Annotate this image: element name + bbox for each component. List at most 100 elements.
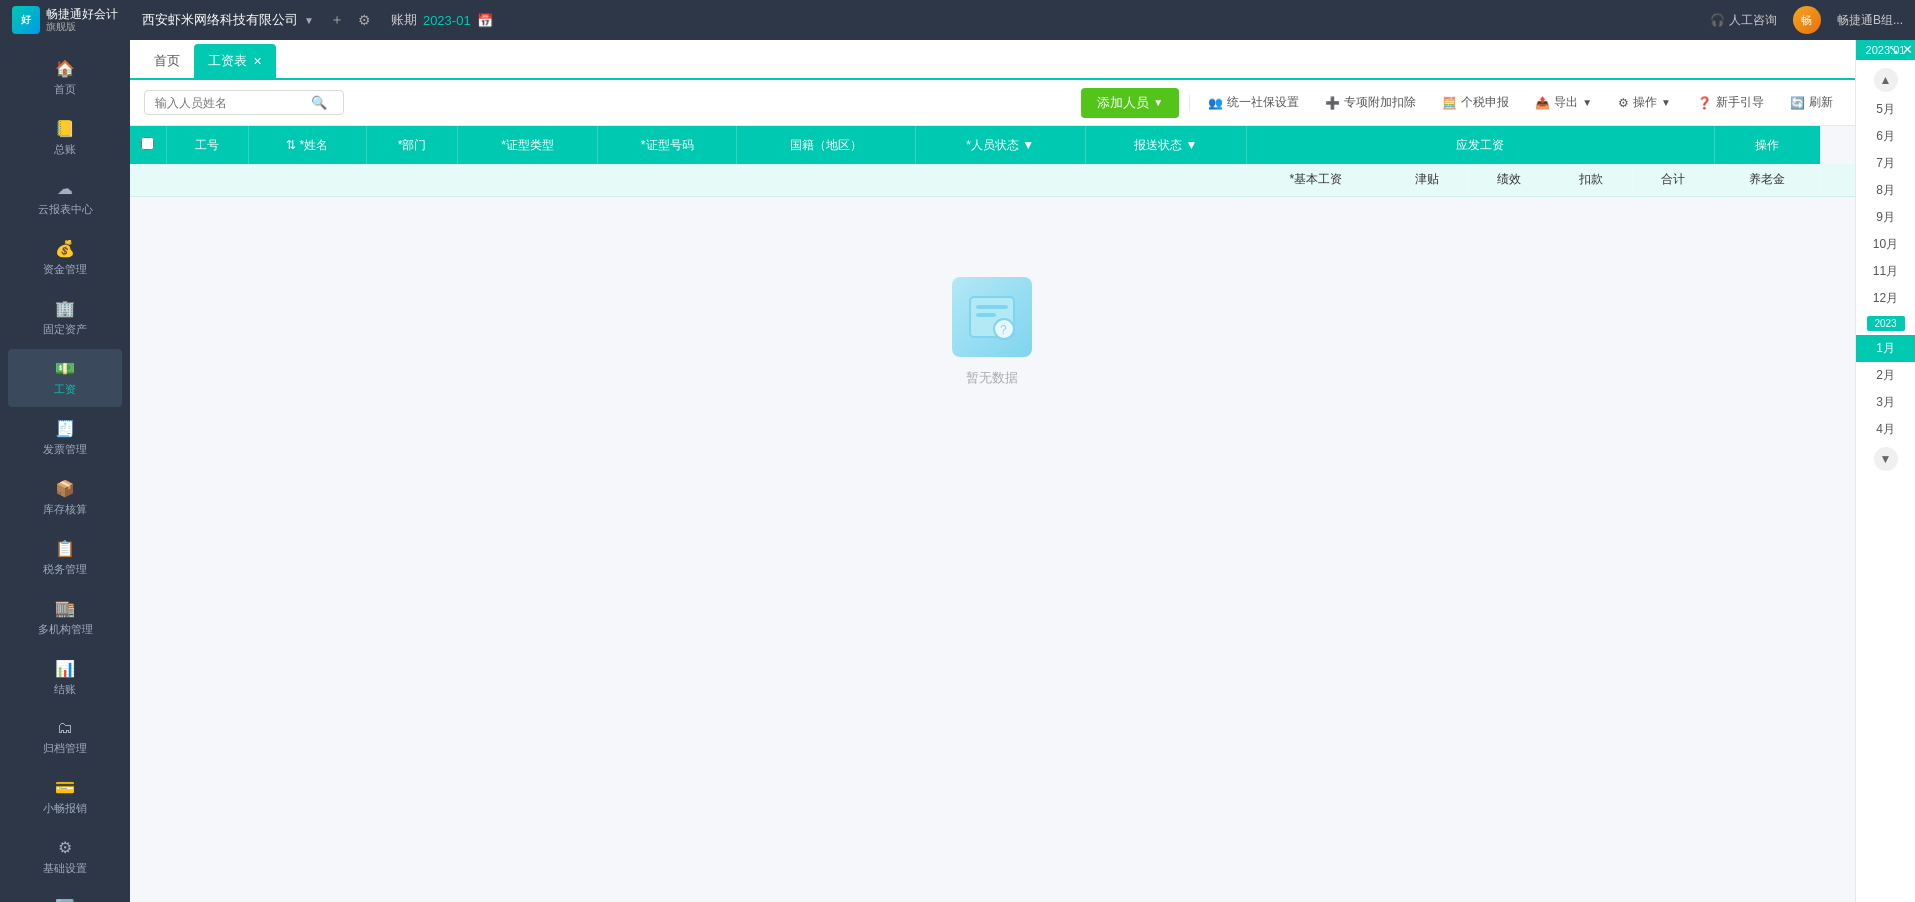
tab-home[interactable]: 首页 [140,44,194,78]
sidebar-item-ledger[interactable]: 📒 总账 [8,109,122,167]
sidebar-item-close[interactable]: 📊 结账 [8,649,122,707]
sidebar-item-assets[interactable]: 🏢 固定资产 [8,289,122,347]
col-name-header[interactable]: ⇅ *姓名 [248,126,366,164]
sidebar-item-fund[interactable]: 💰 资金管理 [8,229,122,287]
guide-button[interactable]: ❓ 新手引导 [1689,90,1772,115]
refresh-button[interactable]: 🔄 刷新 [1782,90,1841,115]
sidebar-icon-settings: ⚙ [58,838,72,857]
top-bar-right: 🎧 人工咨询 畅 畅捷通B组... [1710,6,1903,34]
scroll-down-button[interactable]: ▼ [1874,447,1898,471]
tax-report-button[interactable]: 🧮 个税申报 [1434,90,1517,115]
sidebar-item-multi[interactable]: 🏬 多机构管理 [8,589,122,647]
service-button[interactable]: 🎧 人工咨询 [1710,12,1777,29]
month-item-10[interactable]: 10月 [1856,231,1915,258]
right-panel-close-icon[interactable]: ✕ [1902,42,1913,57]
sidebar-icon-fund: 💰 [55,239,75,258]
toolbar-separator-1 [1189,95,1190,111]
sidebar-icon-cloud: ☁ [57,179,73,198]
sidebar-label-salary: 工资 [54,382,76,397]
month-item-7[interactable]: 7月 [1856,150,1915,177]
sidebar-item-invoice[interactable]: 🧾 发票管理 [8,409,122,467]
col-checkbox [130,126,166,164]
month-item-8[interactable]: 8月 [1856,177,1915,204]
sidebar-item-tax[interactable]: 📋 税务管理 [8,529,122,587]
year-badge-2023: 2023 [1867,316,1905,331]
calendar-icon: 📅 [477,13,493,28]
sidebar-label-inventory: 库存核算 [43,502,87,517]
sidebar-item-settings[interactable]: ⚙ 基础设置 [8,828,122,886]
right-panel: 2023.01 ✕ ⤡ ▲ 5月6月7月8月9月10月11月12月20231月2… [1855,40,1915,902]
col-id-header: 工号 [166,126,248,164]
search-container: 🔍 [144,90,344,115]
col-ops-header: 操作 [1714,126,1820,164]
month-item-1[interactable]: 1月 [1856,335,1915,362]
ops-icon: ⚙ [1618,96,1629,110]
toolbar: 🔍 添加人员 ▼ 👥 统一社保设置 ➕ 专项附加扣除 🧮 个税申报 [130,80,1855,126]
add-person-button[interactable]: 添加人员 ▼ [1081,88,1179,118]
col-pension-header: 养老金 [1714,164,1820,196]
period-selector[interactable]: 账期 2023-01 📅 [391,11,493,29]
sidebar-item-guide[interactable]: 🆕 新手引导 [8,888,122,902]
svg-rect-2 [976,313,996,317]
month-item-12[interactable]: 12月 [1856,285,1915,312]
social-settings-button[interactable]: 👥 统一社保设置 [1200,90,1307,115]
ops-button[interactable]: ⚙ 操作 ▼ [1610,90,1679,115]
add-person-chevron-icon: ▼ [1153,97,1163,108]
scroll-up-button[interactable]: ▲ [1874,68,1898,92]
top-bar: 好 畅捷通好会计 旗舰版 西安虾米网络科技有限公司 ▼ ＋ ⚙ 账期 2023-… [0,0,1915,40]
deduct-button[interactable]: ➕ 专项附加扣除 [1317,90,1424,115]
settings-icon[interactable]: ⚙ [358,12,371,28]
search-icon: 🔍 [311,95,327,110]
month-item-5[interactable]: 5月 [1856,96,1915,123]
sidebar-label-ledger: 总账 [54,142,76,157]
search-input[interactable] [155,96,305,110]
month-item-3[interactable]: 3月 [1856,389,1915,416]
month-item-9[interactable]: 9月 [1856,204,1915,231]
no-data-row: ? 暂无数据 [130,196,1855,467]
sidebar-icon-ledger: 📒 [55,119,75,138]
tab-salary[interactable]: 工资表 ✕ [194,44,276,78]
sidebar-label-tax: 税务管理 [43,562,87,577]
sidebar-item-salary[interactable]: 💵 工资 [8,349,122,407]
sidebar-item-archive[interactable]: 🗂 归档管理 [8,709,122,766]
month-item-11[interactable]: 11月 [1856,258,1915,285]
sidebar-label-multi: 多机构管理 [38,622,93,637]
export-chevron-icon: ▼ [1582,97,1592,108]
export-icon: 📤 [1535,96,1550,110]
tab-salary-label: 工资表 [208,52,247,70]
tab-salary-close-icon[interactable]: ✕ [253,55,262,68]
social-icon: 👥 [1208,96,1223,110]
sidebar-icon-assets: 🏢 [55,299,75,318]
deduct-icon: ➕ [1325,96,1340,110]
month-item-2[interactable]: 2月 [1856,362,1915,389]
export-button[interactable]: 📤 导出 ▼ [1527,90,1600,115]
sidebar-item-expense[interactable]: 💳 小畅报销 [8,768,122,826]
salary-table: 工号 ⇅ *姓名 *部门 *证型类型 *证型号码 国籍（地区） *人员状态 ▼ … [130,126,1855,467]
month-item-4[interactable]: 4月 [1856,416,1915,443]
month-item-6[interactable]: 6月 [1856,123,1915,150]
sidebar-item-cloud[interactable]: ☁ 云报表中心 [8,169,122,227]
add-icon[interactable]: ＋ [330,11,344,29]
app-logo: 好 畅捷通好会计 旗舰版 [12,6,142,34]
no-data-icon: ? [952,277,1032,357]
right-panel-expand-icon[interactable]: ⤡ [1888,42,1899,57]
refresh-icon: 🔄 [1790,96,1805,110]
col-report-header[interactable]: 报送状态 ▼ [1085,126,1246,164]
sidebar-item-home[interactable]: 🏠 首页 [8,49,122,107]
sidebar-icon-guide: 🆕 [55,898,75,902]
col-deduct-header: 扣款 [1550,164,1632,196]
col-cert-type-header: *证型类型 [458,126,598,164]
tab-home-label: 首页 [154,52,180,70]
headset-icon: 🎧 [1710,13,1725,27]
select-all-checkbox[interactable] [141,137,154,150]
sidebar-item-inventory[interactable]: 📦 库存核算 [8,469,122,527]
col-performance-header: 绩效 [1468,164,1550,196]
sidebar-icon-invoice: 🧾 [55,419,75,438]
user-avatar[interactable]: 畅 [1793,6,1821,34]
no-data-cell: ? 暂无数据 [130,196,1855,467]
company-selector[interactable]: 西安虾米网络科技有限公司 ▼ [142,11,314,29]
company-chevron-icon: ▼ [304,15,314,26]
app-name: 畅捷通好会计 [46,7,118,21]
col-status-header[interactable]: *人员状态 ▼ [915,126,1085,164]
sidebar-icon-archive: 🗂 [57,719,73,737]
